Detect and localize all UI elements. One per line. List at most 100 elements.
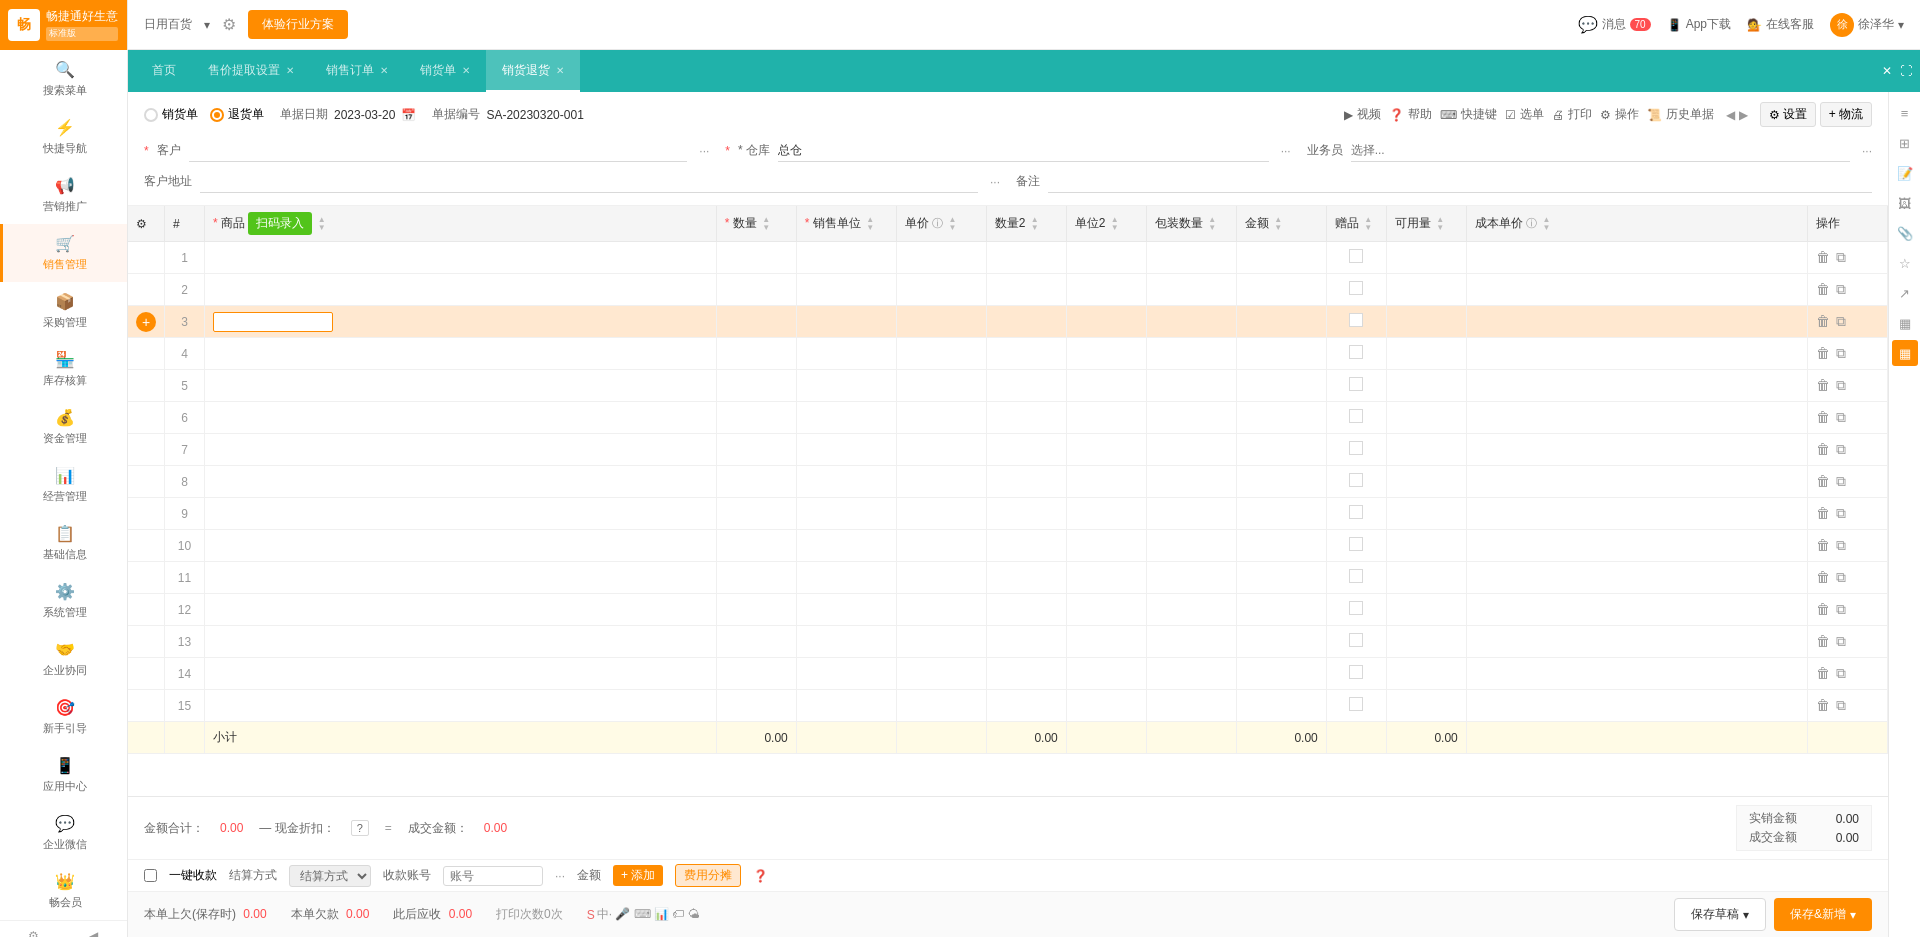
- save-draft-btn[interactable]: 保存草稿 ▾: [1674, 898, 1766, 931]
- row-cost-cell[interactable]: [1466, 306, 1807, 338]
- row-amount-cell[interactable]: [1236, 338, 1326, 370]
- row-unit-cell[interactable]: [796, 370, 896, 402]
- row-cost-cell[interactable]: [1466, 434, 1807, 466]
- row-delete-btn[interactable]: 🗑: [1816, 569, 1830, 586]
- row-delete-btn[interactable]: 🗑: [1816, 409, 1830, 426]
- row-price-cell[interactable]: [896, 562, 986, 594]
- row-unit2-cell[interactable]: [1066, 242, 1146, 274]
- row-amount-cell[interactable]: [1236, 626, 1326, 658]
- row-price-cell[interactable]: [896, 690, 986, 722]
- row-delete-btn[interactable]: 🗑: [1816, 665, 1830, 682]
- row-gift-cell[interactable]: [1326, 402, 1386, 434]
- col-sort-cost[interactable]: ▲▼: [1542, 216, 1550, 232]
- sidebar-item-marketing[interactable]: 📢 营销推广: [0, 166, 127, 224]
- app-download-btn[interactable]: 📱 App下载: [1667, 16, 1731, 33]
- row-pack-cell[interactable]: [1146, 402, 1236, 434]
- row-delete-btn[interactable]: 🗑: [1816, 313, 1830, 330]
- row-cost-cell[interactable]: [1466, 498, 1807, 530]
- gift-checkbox[interactable]: [1349, 601, 1363, 615]
- tab-sales-return[interactable]: 销货退货 ✕: [486, 50, 580, 92]
- row-unit-cell[interactable]: [796, 498, 896, 530]
- sidebar-item-system[interactable]: ⚙️ 系统管理: [0, 572, 127, 630]
- row-unit-cell[interactable]: [796, 690, 896, 722]
- row-qty2-cell[interactable]: [986, 402, 1066, 434]
- row-unit2-cell[interactable]: [1066, 658, 1146, 690]
- row-unit-cell[interactable]: [796, 658, 896, 690]
- sidebar-item-basic[interactable]: 📋 基础信息: [0, 514, 127, 572]
- row-product-cell[interactable]: [205, 626, 717, 658]
- row-product-cell[interactable]: [205, 658, 717, 690]
- row-product-cell[interactable]: [205, 530, 717, 562]
- cost-price-info-icon[interactable]: ⓘ: [1526, 217, 1537, 229]
- daily-goods-selector[interactable]: 日用百货 ▾: [144, 16, 210, 33]
- save-new-btn[interactable]: 保存&新增 ▾: [1774, 898, 1872, 931]
- gift-checkbox[interactable]: [1349, 665, 1363, 679]
- row-delete-btn[interactable]: 🗑: [1816, 281, 1830, 298]
- row-pack-cell[interactable]: [1146, 466, 1236, 498]
- logistics-btn[interactable]: + 物流: [1820, 102, 1872, 127]
- col-settings[interactable]: ⚙: [128, 206, 165, 242]
- col-sort-amount[interactable]: ▲▼: [1274, 216, 1282, 232]
- row-amount-cell[interactable]: [1236, 690, 1326, 722]
- row-gift-cell[interactable]: [1326, 690, 1386, 722]
- row-copy-btn[interactable]: ⧉: [1836, 665, 1846, 682]
- sidebar-item-enterprise[interactable]: 🤝 企业协同: [0, 630, 127, 688]
- row-copy-btn[interactable]: ⧉: [1836, 505, 1846, 522]
- tab-sales-delivery[interactable]: 销货单 ✕: [404, 50, 486, 92]
- sqb-image[interactable]: 🖼: [1892, 190, 1918, 216]
- row-qty-cell[interactable]: [716, 242, 796, 274]
- row-price-cell[interactable]: [896, 434, 986, 466]
- sqb-star[interactable]: ☆: [1892, 250, 1918, 276]
- row-unit-cell[interactable]: [796, 242, 896, 274]
- row-delete-btn[interactable]: 🗑: [1816, 601, 1830, 618]
- row-qty2-cell[interactable]: [986, 562, 1066, 594]
- row-qty-cell[interactable]: [716, 530, 796, 562]
- row-pack-cell[interactable]: [1146, 434, 1236, 466]
- row-cost-cell[interactable]: [1466, 242, 1807, 274]
- calendar-icon[interactable]: 📅: [401, 108, 416, 122]
- salesperson-input[interactable]: [1351, 139, 1850, 162]
- row-copy-btn[interactable]: ⧉: [1836, 281, 1846, 298]
- unit-price-info-icon[interactable]: ⓘ: [932, 217, 943, 229]
- row-copy-btn[interactable]: ⧉: [1836, 313, 1846, 330]
- gift-checkbox[interactable]: [1349, 249, 1363, 263]
- row-qty-cell[interactable]: [716, 338, 796, 370]
- row-copy-btn[interactable]: ⧉: [1836, 345, 1846, 362]
- row-gift-cell[interactable]: [1326, 626, 1386, 658]
- row-pack-cell[interactable]: [1146, 306, 1236, 338]
- calc-method-select[interactable]: 结算方式: [289, 865, 371, 887]
- row-avail-cell[interactable]: [1386, 562, 1466, 594]
- row-unit2-cell[interactable]: [1066, 530, 1146, 562]
- online-service-btn[interactable]: 💁 在线客服: [1747, 16, 1814, 33]
- tab-home[interactable]: 首页: [136, 50, 192, 92]
- tab-close-sales-return[interactable]: ✕: [556, 65, 564, 76]
- sidebar-item-appstore[interactable]: 📱 应用中心: [0, 746, 127, 804]
- customer-select-btn[interactable]: ···: [699, 144, 709, 158]
- row-delete-btn[interactable]: 🗑: [1816, 377, 1830, 394]
- message-btn[interactable]: 💬 消息 70: [1578, 15, 1651, 34]
- product-input[interactable]: [213, 312, 333, 332]
- row-avail-cell[interactable]: [1386, 594, 1466, 626]
- sqb-table-view[interactable]: ≡: [1892, 100, 1918, 126]
- gift-checkbox[interactable]: [1349, 345, 1363, 359]
- row-unit2-cell[interactable]: [1066, 402, 1146, 434]
- sidebar-settings-btn[interactable]: ⚙: [8, 929, 60, 937]
- col-sort-product[interactable]: ▲▼: [318, 216, 326, 232]
- row-price-cell[interactable]: [896, 370, 986, 402]
- row-copy-btn[interactable]: ⧉: [1836, 601, 1846, 618]
- gift-checkbox[interactable]: [1349, 313, 1363, 327]
- radio-delivery[interactable]: 销货单: [144, 106, 198, 123]
- row-product-cell[interactable]: [205, 306, 717, 338]
- row-copy-btn[interactable]: ⧉: [1836, 377, 1846, 394]
- topbar-gear-btn[interactable]: ⚙: [222, 15, 236, 34]
- row-pack-cell[interactable]: [1146, 594, 1236, 626]
- row-amount-cell[interactable]: [1236, 562, 1326, 594]
- row-qty-cell[interactable]: [716, 402, 796, 434]
- gift-checkbox[interactable]: [1349, 505, 1363, 519]
- row-pack-cell[interactable]: [1146, 690, 1236, 722]
- row-amount-cell[interactable]: [1236, 658, 1326, 690]
- sqb-note[interactable]: 📝: [1892, 160, 1918, 186]
- gift-checkbox[interactable]: [1349, 473, 1363, 487]
- account-input[interactable]: [443, 866, 543, 886]
- remark-input[interactable]: [1048, 170, 1872, 193]
